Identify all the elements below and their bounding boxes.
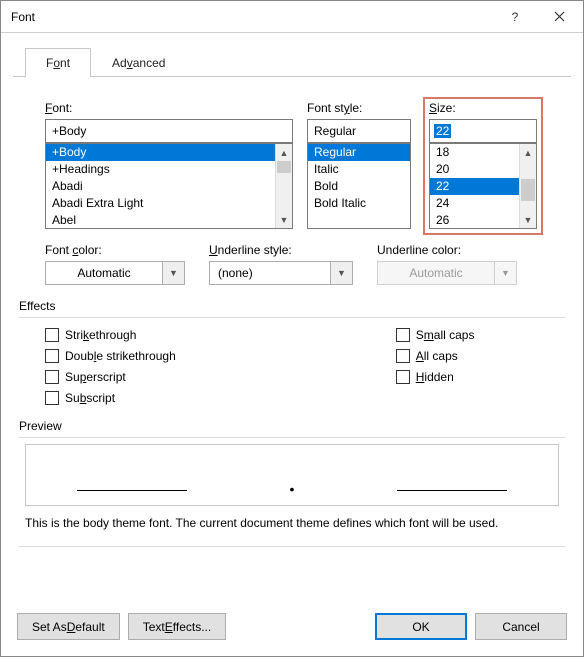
chevron-down-icon: ▼ xyxy=(495,261,517,285)
font-style-label: Font style: xyxy=(307,101,411,115)
scroll-up-icon[interactable]: ▲ xyxy=(276,144,292,161)
list-item[interactable]: Bold xyxy=(308,178,410,195)
small-caps-checkbox[interactable]: Small caps xyxy=(396,328,475,342)
hidden-checkbox[interactable]: Hidden xyxy=(396,370,475,384)
dialog-title: Font xyxy=(11,10,493,24)
size-scrollbar[interactable]: ▲ ▼ xyxy=(519,144,536,228)
list-item[interactable]: 20 xyxy=(430,161,519,178)
list-item[interactable]: Italic xyxy=(308,161,410,178)
divider xyxy=(19,546,565,547)
subscript-checkbox[interactable]: Subscript xyxy=(45,391,176,405)
underline-color-label: Underline color: xyxy=(377,243,517,257)
list-item[interactable]: Abel xyxy=(46,212,275,229)
font-style-input[interactable]: Regular xyxy=(307,119,411,143)
tab-font[interactable]: Font xyxy=(25,48,91,77)
underline-color-value: Automatic xyxy=(377,261,495,285)
ok-button[interactable]: OK xyxy=(375,613,467,640)
list-item[interactable]: +Body xyxy=(46,144,275,161)
font-dialog: Font ? Font Advanced Font: +Body +Body +… xyxy=(0,0,584,657)
underline-style-label: Underline style: xyxy=(209,243,353,257)
strikethrough-checkbox[interactable]: Strikethrough xyxy=(45,328,176,342)
list-item[interactable]: Bold Italic xyxy=(308,195,410,212)
close-button[interactable] xyxy=(537,2,581,32)
size-input-value: 22 xyxy=(434,124,451,138)
font-listbox[interactable]: +Body +Headings Abadi Abadi Extra Light … xyxy=(45,143,293,229)
scroll-down-icon[interactable]: ▼ xyxy=(276,211,292,228)
font-color-value: Automatic xyxy=(45,261,163,285)
preview-line xyxy=(77,490,187,491)
font-label: Font: xyxy=(45,101,293,115)
cancel-button[interactable]: Cancel xyxy=(475,613,567,640)
font-color-label: Font color: xyxy=(45,243,185,257)
superscript-checkbox[interactable]: Superscript xyxy=(45,370,176,384)
font-input-value: +Body xyxy=(52,124,86,138)
divider xyxy=(19,317,565,318)
preview-box: • xyxy=(25,444,559,506)
font-style-listbox[interactable]: Regular Italic Bold Bold Italic xyxy=(307,143,411,229)
list-item[interactable]: +Headings xyxy=(46,161,275,178)
font-scrollbar[interactable]: ▲ ▼ xyxy=(275,144,292,228)
divider xyxy=(19,437,565,438)
scroll-down-icon[interactable]: ▼ xyxy=(520,211,536,228)
set-default-button[interactable]: Set As Default xyxy=(17,613,120,640)
list-item[interactable]: 26 xyxy=(430,212,519,229)
tab-advanced[interactable]: Advanced xyxy=(91,48,186,77)
tab-strip: Font Advanced xyxy=(25,47,583,76)
font-style-input-value: Regular xyxy=(314,124,356,138)
size-input[interactable]: 22 xyxy=(429,119,537,143)
size-highlight: Size: 22 18 20 22 24 26 ▲ ▼ xyxy=(423,97,543,235)
underline-color-combo: Automatic ▼ xyxy=(377,261,517,285)
all-caps-checkbox[interactable]: All caps xyxy=(396,349,475,363)
list-item[interactable]: 22 xyxy=(430,178,519,195)
underline-style-combo[interactable]: (none) ▼ xyxy=(209,261,353,285)
preview-description: This is the body theme font. The current… xyxy=(25,516,559,530)
titlebar: Font ? xyxy=(1,1,583,33)
scroll-up-icon[interactable]: ▲ xyxy=(520,144,536,161)
size-label: Size: xyxy=(429,101,537,115)
chevron-down-icon[interactable]: ▼ xyxy=(331,261,353,285)
dialog-footer: Set As Default Text Effects... OK Cancel xyxy=(1,601,583,656)
underline-style-value: (none) xyxy=(209,261,331,285)
font-color-combo[interactable]: Automatic ▼ xyxy=(45,261,185,285)
font-input[interactable]: +Body xyxy=(45,119,293,143)
preview-label: Preview xyxy=(19,419,565,433)
size-listbox[interactable]: 18 20 22 24 26 ▲ ▼ xyxy=(429,143,537,229)
list-item[interactable]: 24 xyxy=(430,195,519,212)
tab-content: Font: +Body +Body +Headings Abadi Abadi … xyxy=(1,77,583,601)
double-strikethrough-checkbox[interactable]: Double strikethrough xyxy=(45,349,176,363)
list-item[interactable]: 18 xyxy=(430,144,519,161)
preview-line xyxy=(397,490,507,491)
list-item[interactable]: Abadi xyxy=(46,178,275,195)
list-item[interactable]: Regular xyxy=(308,144,410,161)
list-item[interactable]: Abadi Extra Light xyxy=(46,195,275,212)
preview-dot: • xyxy=(290,487,295,491)
help-button[interactable]: ? xyxy=(493,2,537,32)
close-icon xyxy=(554,11,565,22)
text-effects-button[interactable]: Text Effects... xyxy=(128,613,227,640)
chevron-down-icon[interactable]: ▼ xyxy=(163,261,185,285)
effects-label: Effects xyxy=(19,299,565,313)
